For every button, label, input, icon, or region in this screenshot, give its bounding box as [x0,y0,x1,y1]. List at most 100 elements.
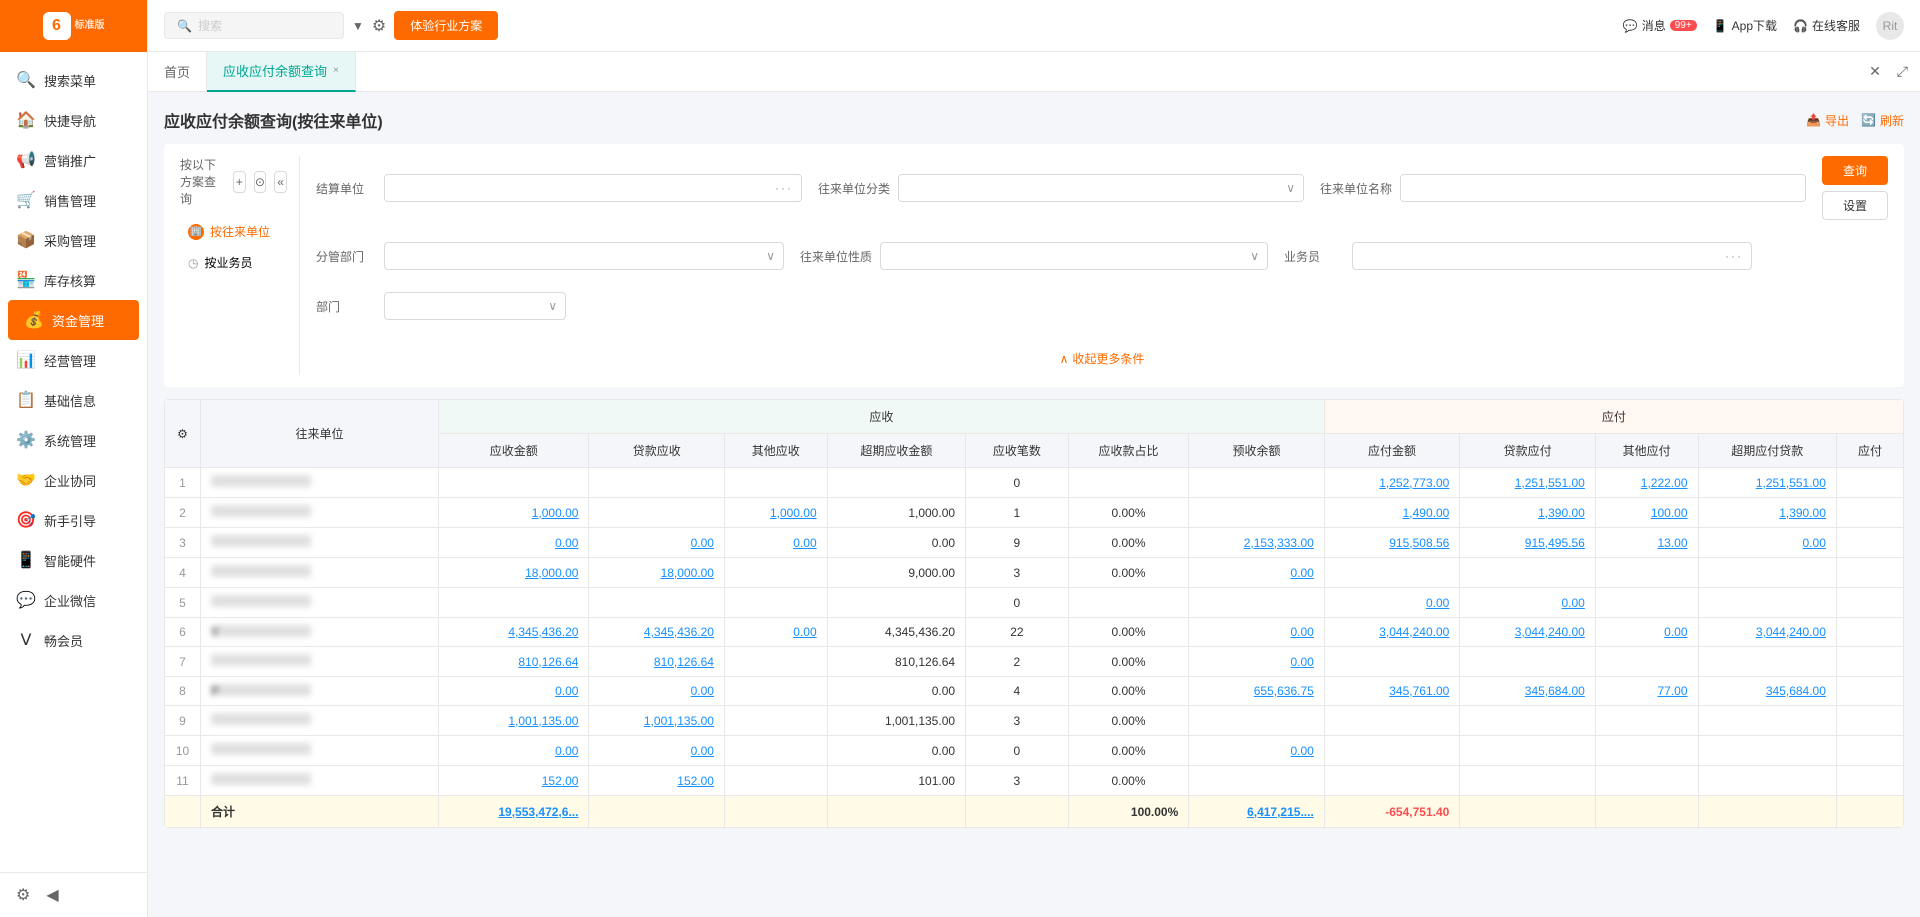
refresh-button[interactable]: 🔄 刷新 [1861,112,1904,129]
sidebar-item-quicknav[interactable]: 🏠 快捷导航 [0,100,147,140]
managing-dept-input[interactable]: ∨ [384,242,784,270]
header-app-item[interactable]: 📱 App下载 [1713,17,1777,34]
filter-collapse-btn[interactable]: ∧ 收起更多条件 [316,342,1888,375]
sidebar-item-system[interactable]: ⚙️ 系统管理 [0,420,147,460]
collab-icon: 🤝 [16,470,36,490]
logo-sub-text: 标准版 [75,20,105,32]
main-content: 首页 应收应付余额查询 × ✕ ⤢ 应收应付余额查询(按往来单位) 📤 导出 🔄… [148,52,1920,917]
settlement-label: 结算单位 [316,180,376,197]
dept-input[interactable]: ∨ [384,292,566,320]
hardware-icon: 📱 [16,550,36,570]
settlement-dots-icon: ··· [775,181,793,195]
cell-partner [201,647,439,677]
sidebar-item-finance[interactable]: 💰 资金管理 [8,300,139,340]
filter-scheme-by-salesperson[interactable]: ◷ 按业务员 [180,250,287,275]
sidebar-item-basic[interactable]: 📋 基础信息 [0,380,147,420]
salesperson-input[interactable]: ··· [1352,242,1752,270]
page-actions: 📤 导出 🔄 刷新 [1806,112,1904,129]
cell-partner [201,588,439,618]
settings-button[interactable]: 设置 [1822,191,1888,220]
footer-empty1 [165,796,201,828]
th-partner-label: 往来单位 [296,427,344,441]
sidebar-item-label: 销售管理 [44,191,96,210]
export-button[interactable]: 📤 导出 [1806,112,1849,129]
filter-field-nature: 往来单位性质 ∨ [800,242,1268,270]
page-title: 应收应付余额查询(按往来单位) [164,108,383,132]
footer-ar-amount[interactable]: 19,553,472,6... [439,796,589,828]
table-row: 30.000.000.000.0090.00%2,153,333.00915,5… [165,528,1904,558]
table-settings-icon[interactable]: ⚙ [177,427,188,441]
managing-dept-label: 分管部门 [316,248,376,265]
sidebar-item-member[interactable]: Ⅴ 畅会员 [0,620,147,660]
refresh-icon: 🔄 [1861,113,1876,127]
sidebar-item-wechat[interactable]: 💬 企业微信 [0,580,147,620]
sidebar-item-operation[interactable]: 📊 经营管理 [0,340,147,380]
settlement-input[interactable]: ··· [384,174,802,202]
sidebar-item-marketing[interactable]: 📢 营销推广 [0,140,147,180]
footer-ap-other [1595,796,1698,828]
header-plan-button[interactable]: 体验行业方案 [394,11,498,40]
member-icon: Ⅴ [16,630,36,650]
partner-name-input[interactable] [1400,174,1806,202]
footer-ar-prepay[interactable]: 6,417,215.... [1189,796,1325,828]
filter-label: 按以下方案查询 [180,156,225,207]
basic-icon: 📋 [16,390,36,410]
filter-scheme-by-partner[interactable]: 🏢 按往来单位 [180,219,287,244]
sidebar-item-collab[interactable]: 🤝 企业协同 [0,460,147,500]
th-settings[interactable]: ⚙ [165,400,201,468]
filter-field-partner-name: 往来单位名称 [1320,174,1806,202]
cell-partner [201,528,439,558]
header-search-text: 搜索 [198,17,222,34]
group-ap-label: 应付 [1602,410,1626,424]
user-avatar[interactable]: Rit [1876,12,1904,40]
sidebar-item-label: 营销推广 [44,151,96,170]
logo-icon: 6 [43,12,71,40]
tab-ar-label: 应收应付余额查询 [223,61,327,80]
wechat-icon: 💬 [16,590,36,610]
filter-add-btn[interactable]: + [233,171,246,193]
sidebar-item-hardware[interactable]: 📱 智能硬件 [0,540,147,580]
tab-bar: 首页 应收应付余额查询 × ✕ ⤢ [148,52,1920,92]
tab-close-window-icon[interactable]: ✕ [1865,59,1885,84]
tab-home[interactable]: 首页 [148,52,207,92]
sidebar-item-label: 资金管理 [52,311,104,330]
message-badge: 99+ [1670,20,1697,31]
category-input[interactable]: ∨ [898,174,1304,202]
th-ap-overdue: 超期应付贷款 [1698,434,1836,468]
th-ar-count: 应收笔数 [966,434,1069,468]
inventory-icon: 🏪 [16,270,36,290]
filter-collapse-btn[interactable]: « [274,171,287,193]
footer-ar-loan [589,796,725,828]
tab-home-label: 首页 [164,62,190,81]
filter-target-btn[interactable]: ⊙ [254,171,267,193]
header-gear-icon[interactable]: ⚙ [372,16,386,36]
sidebar-settings-icon[interactable]: ⚙ [16,885,30,905]
sidebar-item-label: 采购管理 [44,231,96,250]
sidebar-item-sales[interactable]: 🛒 销售管理 [0,180,147,220]
tab-expand-icon[interactable]: ⤢ [1893,59,1912,84]
header-message-item[interactable]: 💬 消息 99+ [1623,17,1697,34]
scheme-partner-icon: 🏢 [188,224,204,240]
header-dropdown-icon[interactable]: ▼ [352,19,364,33]
sidebar-collapse-icon[interactable]: ◀ [46,885,58,905]
sidebar-item-purchase[interactable]: 📦 采购管理 [0,220,147,260]
managing-dept-dropdown-icon: ∨ [766,249,775,263]
header-search-box[interactable]: 🔍 搜索 [164,12,344,39]
footer-ar-other [724,796,827,828]
sidebar-item-guide[interactable]: 🎯 新手引导 [0,500,147,540]
header-right: 💬 消息 99+ 📱 App下载 🎧 在线客服 Rit [1623,12,1904,40]
export-icon: 📤 [1806,113,1821,127]
query-button[interactable]: 查询 [1822,156,1888,185]
tab-close-icon[interactable]: × [333,65,339,76]
export-label: 导出 [1825,112,1849,129]
th-group-ap: 应付 [1324,400,1903,434]
footer-ap-overdue [1698,796,1836,828]
header-search-icon: 🔍 [177,19,192,33]
filter-row-1: 结算单位 ··· 往来单位分类 ∨ [316,156,1888,220]
sidebar-item-search[interactable]: 🔍 搜索菜单 [0,60,147,100]
tab-ar-query[interactable]: 应收应付余额查询 × [207,52,356,92]
filter-field-salesperson: 业务员 ··· [1284,242,1752,270]
header-service-item[interactable]: 🎧 在线客服 [1793,17,1860,34]
partner-nature-input[interactable]: ∨ [880,242,1268,270]
sidebar-item-inventory[interactable]: 🏪 库存核算 [0,260,147,300]
